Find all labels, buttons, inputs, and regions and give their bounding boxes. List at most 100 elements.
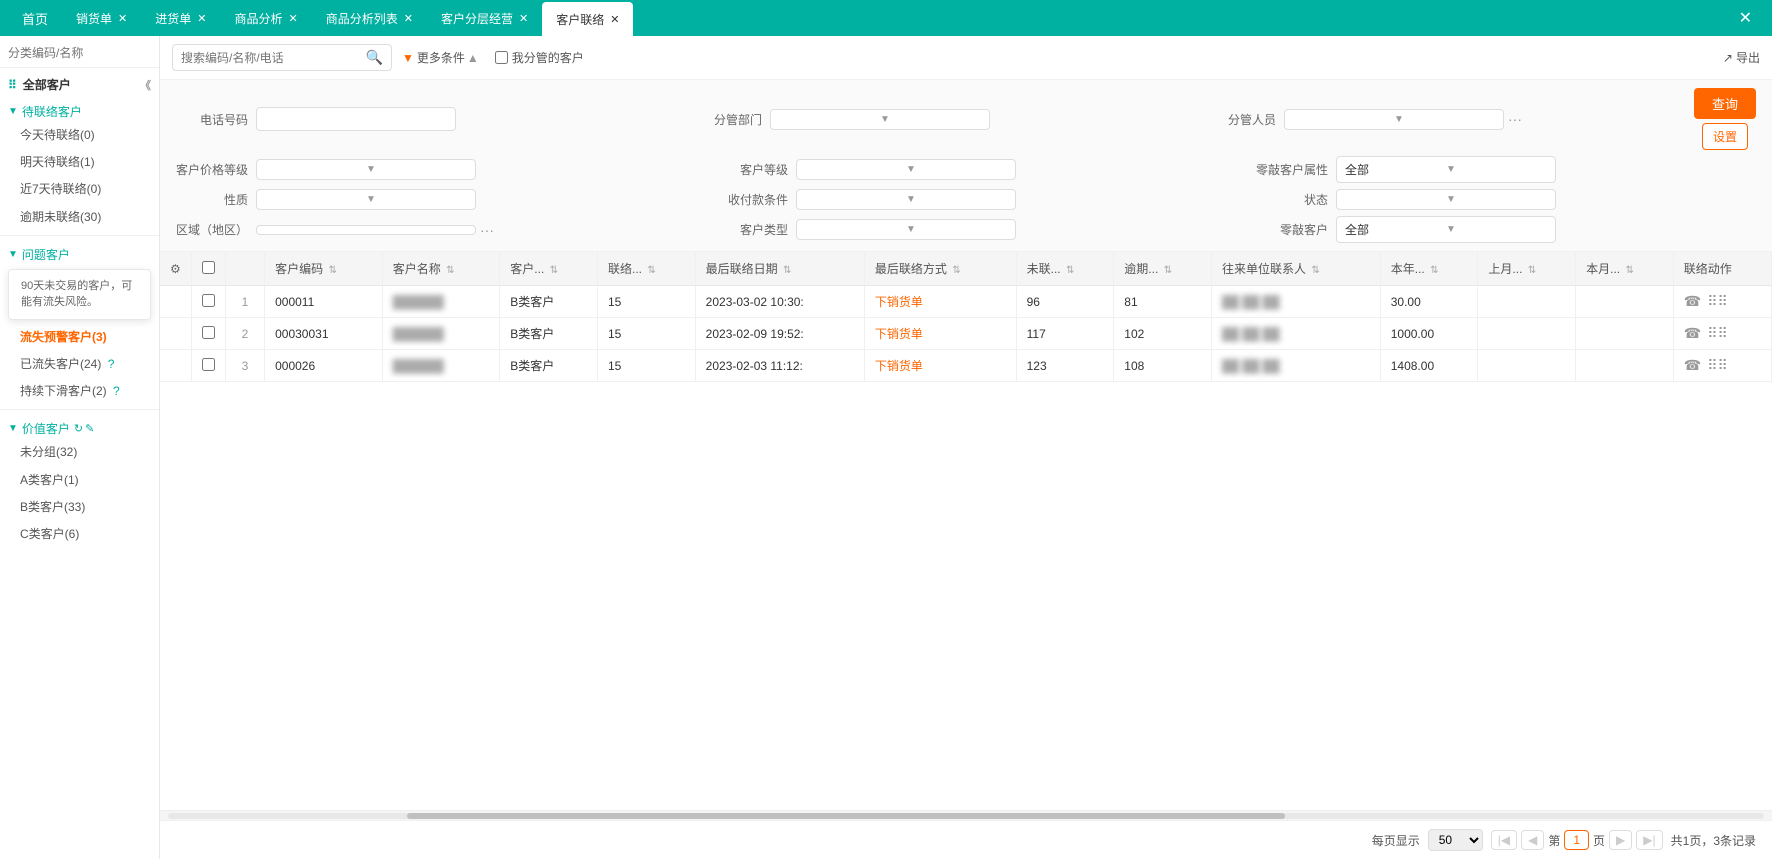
zero-customer-select[interactable]: 全部 ▼ (1336, 216, 1556, 243)
last-page-button[interactable]: ▶| (1636, 830, 1662, 850)
status-select[interactable]: ▼ (1336, 189, 1556, 210)
gender-select[interactable]: ▼ (256, 189, 476, 210)
row-code: 00030031 (265, 318, 383, 350)
current-page[interactable]: 1 (1564, 830, 1589, 850)
tab-product-analysis[interactable]: 商品分析 ✕ (220, 0, 311, 36)
query-button[interactable]: 查询 (1694, 88, 1756, 119)
row-num: 2 (225, 318, 264, 350)
window-close-button[interactable]: ✕ (1727, 8, 1764, 28)
col-code[interactable]: 客户编码 ⇅ (265, 252, 383, 286)
customer-type-select[interactable]: ▼ (796, 219, 1016, 240)
col-overdue[interactable]: 逾期... ⇅ (1114, 252, 1212, 286)
phone-input[interactable] (256, 107, 456, 131)
col-checkbox[interactable] (191, 252, 225, 286)
dept-select[interactable]: ▼ (770, 109, 990, 130)
col-name[interactable]: 客户名称 ⇅ (382, 252, 500, 286)
tab-purchase[interactable]: 进货单 ✕ (141, 0, 220, 36)
search-input-wrap[interactable]: 🔍 (172, 44, 392, 71)
horizontal-scrollbar[interactable] (160, 810, 1772, 820)
close-icon[interactable]: ✕ (610, 13, 619, 26)
tab-customer-layer[interactable]: 客户分层经营 ✕ (427, 0, 542, 36)
col-last-date[interactable]: 最后联络日期 ⇅ (695, 252, 864, 286)
filter-zero-attr: 零敲客户属性 全部 ▼ (1256, 156, 1756, 183)
col-last-method[interactable]: 最后联络方式 ⇅ (864, 252, 1016, 286)
scrollbar-thumb[interactable] (407, 813, 1285, 819)
more-conditions-button[interactable]: ▼ 更多条件 ▲ (402, 49, 479, 66)
customer-level-label: 客户等级 (716, 161, 796, 178)
my-customers-input[interactable] (495, 51, 508, 64)
row-checkbox[interactable] (191, 286, 225, 318)
sidebar-item-ungroup[interactable]: 未分组(32) (0, 439, 159, 466)
sidebar-item-overdue[interactable]: 逾期未联络(30) (0, 204, 159, 231)
payment-select[interactable]: ▼ (796, 189, 1016, 210)
row-last-method[interactable]: 下销货单 (864, 318, 1016, 350)
search-button[interactable]: 🔍 (366, 49, 383, 66)
sidebar-item-today[interactable]: 今天待联络(0) (0, 122, 159, 149)
zero-attr-select[interactable]: 全部 ▼ (1336, 156, 1556, 183)
sidebar-item-declining[interactable]: 持续下滑客户(2) ? (0, 378, 159, 405)
close-icon[interactable]: ✕ (404, 12, 413, 25)
refresh-icon[interactable]: ↻ (74, 422, 83, 435)
row-last-method[interactable]: 下销货单 (864, 286, 1016, 318)
sidebar-item-7days[interactable]: 近7天待联络(0) (0, 176, 159, 203)
sidebar-group-value[interactable]: ▼ 价值客户 ↻ ✎ (0, 414, 159, 439)
more-action-icon[interactable]: ⠿⠿ (1707, 293, 1728, 310)
more-action-icon[interactable]: ⠿⠿ (1707, 325, 1728, 342)
more-action-icon[interactable]: ⠿⠿ (1707, 357, 1728, 374)
col-uncontacted[interactable]: 未联... ⇅ (1016, 252, 1114, 286)
zero-customer-label: 零敲客户 (1256, 221, 1336, 238)
tab-product-analysis-list[interactable]: 商品分析列表 ✕ (312, 0, 427, 36)
sidebar-item-class-b[interactable]: B类客户(33) (0, 494, 159, 521)
export-button[interactable]: ↗ 导出 (1723, 49, 1760, 66)
close-icon[interactable]: ✕ (519, 12, 528, 25)
area-select[interactable] (256, 225, 476, 235)
row-checkbox[interactable] (191, 318, 225, 350)
sidebar-search-input[interactable] (8, 46, 160, 60)
customer-level-select[interactable]: ▼ (796, 159, 1016, 180)
filter-icon: ▼ (402, 51, 414, 65)
sidebar-item-churn-warning[interactable]: 流失预警客户(3) (0, 324, 159, 351)
close-icon[interactable]: ✕ (289, 12, 298, 25)
col-settings[interactable]: ⚙ (160, 252, 191, 286)
first-page-button[interactable]: |◀ (1491, 830, 1517, 850)
tab-sales[interactable]: 销货单 ✕ (62, 0, 141, 36)
sidebar-item-tomorrow[interactable]: 明天待联络(1) (0, 149, 159, 176)
sidebar-group-pending[interactable]: ▼ 待联络客户 (0, 97, 159, 122)
sidebar-item-churned[interactable]: 已流失客户(24) ? (0, 351, 159, 378)
close-icon[interactable]: ✕ (197, 12, 206, 25)
col-unit-contact[interactable]: 往来单位联系人 ⇅ (1211, 252, 1380, 286)
sidebar-group-problem[interactable]: ▼ 问题客户 (0, 240, 159, 265)
edit-icon[interactable]: ✎ (85, 422, 94, 435)
col-contact[interactable]: 联络... ⇅ (597, 252, 695, 286)
settings-button[interactable]: 设置 (1702, 123, 1748, 150)
customer-type-label: 客户类型 (716, 221, 796, 238)
tab-home[interactable]: 首页 (8, 9, 62, 28)
price-level-select[interactable]: ▼ (256, 159, 476, 180)
row-name: ██████ (382, 350, 500, 382)
per-page-select[interactable]: 50 100 200 (1428, 829, 1483, 851)
col-type[interactable]: 客户... ⇅ (500, 252, 598, 286)
contact-icon[interactable]: ☎ (1684, 357, 1701, 374)
tab-customer-contact[interactable]: 客户联络 ✕ (542, 2, 633, 36)
sidebar-item-class-a[interactable]: A类客户(1) (0, 467, 159, 494)
contact-icon[interactable]: ☎ (1684, 293, 1701, 310)
filter-status: 状态 ▼ (1256, 189, 1756, 210)
search-input[interactable] (181, 51, 362, 65)
area-more-icon[interactable]: ··· (480, 222, 494, 238)
contact-icon[interactable]: ☎ (1684, 325, 1701, 342)
prev-page-button[interactable]: ◀ (1521, 830, 1544, 850)
select-all-checkbox[interactable] (202, 261, 215, 274)
person-select[interactable]: ▼ (1284, 109, 1504, 130)
more-icon[interactable]: ··· (1508, 111, 1522, 127)
my-customers-checkbox[interactable]: 我分管的客户 (495, 49, 584, 66)
col-this-month[interactable]: 本月... ⇅ (1576, 252, 1674, 286)
col-this-year[interactable]: 本年... ⇅ (1380, 252, 1478, 286)
close-icon[interactable]: ✕ (118, 12, 127, 25)
row-last-method[interactable]: 下销货单 (864, 350, 1016, 382)
next-page-button[interactable]: ▶ (1609, 830, 1632, 850)
total-info: 共1页，3条记录 (1671, 832, 1756, 849)
sidebar-item-class-c[interactable]: C类客户(6) (0, 521, 159, 548)
sidebar-all-customers[interactable]: ⠿ 全部客户 《 (0, 68, 159, 97)
row-checkbox[interactable] (191, 350, 225, 382)
col-last-month[interactable]: 上月... ⇅ (1478, 252, 1576, 286)
